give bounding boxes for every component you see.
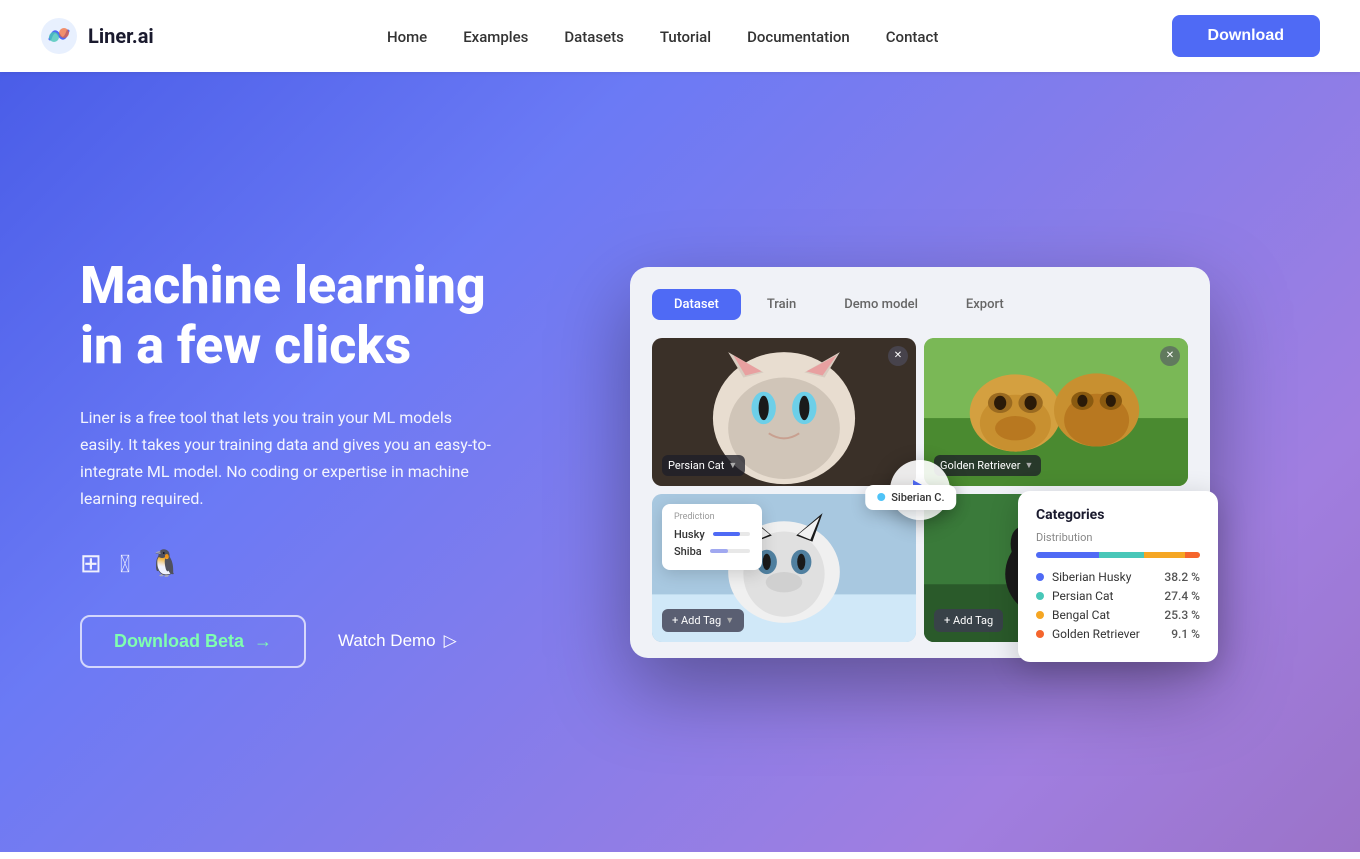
tab-dataset[interactable]: Dataset	[652, 289, 741, 320]
nav-datasets[interactable]: Datasets	[564, 28, 623, 46]
categories-title: Categories	[1036, 507, 1200, 523]
prediction-husky-bar	[713, 532, 740, 536]
dog1-tag-dropdown[interactable]: ▼	[1024, 460, 1033, 471]
linux-icon: 🐧	[148, 549, 180, 579]
categories-card: Categories Distribution Siberian Husky 3…	[1018, 491, 1218, 662]
watch-demo-label: Watch Demo	[338, 631, 436, 651]
download-beta-arrow: →	[254, 631, 272, 652]
tab-demo-model[interactable]: Demo model	[822, 289, 940, 320]
hero-content: Machine learningin a few clicks Liner is…	[80, 256, 560, 667]
blackdog-add-tag-label: + Add Tag	[944, 614, 993, 627]
watch-demo-button[interactable]: Watch Demo ▷	[338, 631, 457, 651]
hero-title: Machine learningin a few clicks	[80, 256, 560, 376]
cat-tag: Persian Cat ▼	[662, 455, 745, 476]
logo-container: Liner.ai	[40, 17, 154, 55]
prediction-row-husky: Husky	[674, 528, 750, 541]
categories-subtitle: Distribution	[1036, 531, 1200, 544]
app-window: Dataset Train Demo model Export	[630, 267, 1210, 658]
watch-demo-play-icon: ▷	[444, 631, 457, 651]
image-husky: Prediction Husky Shiba	[652, 494, 916, 642]
category-row-0: Siberian Husky 38.2 %	[1036, 570, 1200, 584]
nav-links: Home Examples Datasets Tutorial Document…	[387, 27, 938, 46]
siberian-cat-tooltip: Siberian C.	[865, 485, 956, 510]
nav-examples[interactable]: Examples	[463, 28, 528, 46]
distribution-bar	[1036, 552, 1200, 558]
dist-bengal-seg	[1144, 552, 1185, 558]
image-cat: Persian Cat ▼ ✕	[652, 338, 916, 486]
prediction-husky-label: Husky	[674, 528, 705, 541]
dist-husky-seg	[1036, 552, 1099, 558]
dist-golden-seg	[1185, 552, 1200, 558]
prediction-title: Prediction	[674, 512, 750, 522]
cat-dot-golden	[1036, 630, 1044, 638]
nav-home[interactable]: Home	[387, 28, 427, 46]
windows-icon: ⊞	[80, 549, 102, 579]
category-row-2: Bengal Cat 25.3 %	[1036, 608, 1200, 622]
navbar: Liner.ai Home Examples Datasets Tutorial…	[0, 0, 1360, 72]
category-row-3: Golden Retriever 9.1 %	[1036, 627, 1200, 641]
cat-pct-persian: 27.4 %	[1164, 589, 1200, 603]
image-golden-retriever: Golden Retriever ▼ ✕	[924, 338, 1188, 486]
nav-documentation[interactable]: Documentation	[747, 28, 850, 46]
cat-name-golden: Golden Retriever	[1052, 627, 1163, 641]
apple-icon: 	[120, 550, 131, 578]
cat-name-bengal: Bengal Cat	[1052, 608, 1156, 622]
prediction-shiba-label: Shiba	[674, 545, 702, 558]
tab-train[interactable]: Train	[745, 289, 818, 320]
cat-tag-dropdown[interactable]: ▼	[728, 460, 737, 471]
hero-section: Machine learningin a few clicks Liner is…	[0, 72, 1360, 852]
cat-pct-husky: 38.2 %	[1164, 570, 1200, 584]
cat-dot-persian	[1036, 592, 1044, 600]
os-icons-row: ⊞  🐧	[80, 549, 560, 579]
brand-name: Liner.ai	[88, 24, 154, 48]
prediction-card: Prediction Husky Shiba	[662, 504, 762, 570]
dog1-tag: Golden Retriever ▼	[934, 455, 1041, 476]
cat-dot-bengal	[1036, 611, 1044, 619]
blackdog-add-tag[interactable]: + Add Tag	[934, 609, 1003, 632]
nav-tutorial[interactable]: Tutorial	[660, 28, 711, 46]
nav-download-button[interactable]: Download	[1172, 15, 1320, 57]
nav-contact[interactable]: Contact	[886, 28, 939, 46]
add-tag-label: + Add Tag	[672, 614, 721, 627]
hero-description: Liner is a free tool that lets you train…	[80, 404, 500, 513]
dist-persian-seg	[1099, 552, 1144, 558]
prediction-shiba-bar	[710, 549, 728, 553]
tooltip-text: Siberian C.	[891, 491, 944, 504]
cat-dot-husky	[1036, 573, 1044, 581]
cat-tag-label: Persian Cat	[668, 459, 724, 472]
tab-export[interactable]: Export	[944, 289, 1026, 320]
dog1-close-button[interactable]: ✕	[1160, 346, 1180, 366]
add-tag-dropdown[interactable]: ▼	[725, 615, 734, 626]
tooltip-dot-icon	[877, 493, 885, 501]
prediction-shiba-bar-bg	[710, 549, 750, 553]
download-beta-label: Download Beta	[114, 631, 244, 652]
images-grid: Persian Cat ▼ ✕	[652, 338, 1188, 642]
download-beta-button[interactable]: Download Beta →	[80, 615, 306, 668]
cat-pct-bengal: 25.3 %	[1164, 608, 1200, 622]
cat-name-persian: Persian Cat	[1052, 589, 1156, 603]
cat-name-husky: Siberian Husky	[1052, 570, 1156, 584]
prediction-row-shiba: Shiba	[674, 545, 750, 558]
category-row-1: Persian Cat 27.4 %	[1036, 589, 1200, 603]
prediction-husky-bar-bg	[713, 532, 750, 536]
liner-logo-icon	[40, 17, 78, 55]
hero-cta-row: Download Beta → Watch Demo ▷	[80, 615, 560, 668]
app-tabs: Dataset Train Demo model Export	[652, 289, 1188, 320]
dog1-tag-label: Golden Retriever	[940, 459, 1020, 472]
hero-visual: Dataset Train Demo model Export	[560, 267, 1280, 658]
husky-add-tag[interactable]: + Add Tag ▼	[662, 609, 744, 632]
cat-close-button[interactable]: ✕	[888, 346, 908, 366]
cat-pct-golden: 9.1 %	[1171, 627, 1200, 641]
